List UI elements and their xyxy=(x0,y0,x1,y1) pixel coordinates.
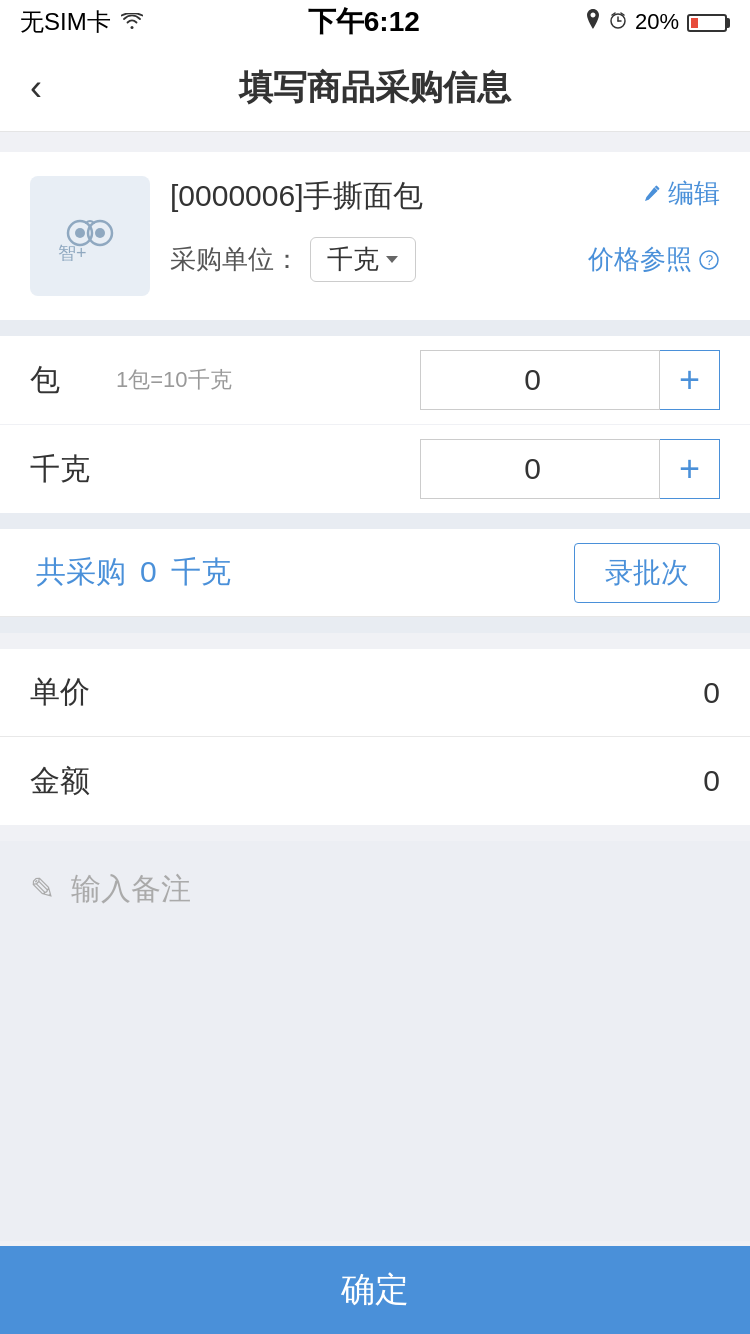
kg-quantity-input[interactable] xyxy=(420,439,660,499)
unit-label: 采购单位： xyxy=(170,242,300,277)
status-left: 无SIM卡 xyxy=(20,6,143,38)
battery-percent: 20% xyxy=(635,9,679,35)
page-header: ‹ 填写商品采购信息 xyxy=(0,44,750,132)
no-sim-text: 无SIM卡 xyxy=(20,6,111,38)
amount-label: 金额 xyxy=(30,761,90,802)
price-section: 单价 0 金额 0 xyxy=(0,649,750,825)
amount-row: 金额 0 xyxy=(0,737,750,825)
divider-1 xyxy=(0,320,750,336)
unit-price-label: 单价 xyxy=(30,672,90,713)
divider-2 xyxy=(0,513,750,529)
confirm-bar[interactable]: 确定 xyxy=(0,1246,750,1334)
confirm-button[interactable]: 确定 xyxy=(341,1267,409,1313)
product-name: [0000006]手撕面包 xyxy=(170,176,423,217)
total-row: 共采购0千克 录批次 xyxy=(0,529,750,617)
svg-text:?: ? xyxy=(706,252,714,268)
svg-text:智+: 智+ xyxy=(58,243,87,261)
svg-point-7 xyxy=(75,228,85,238)
batch-button[interactable]: 录批次 xyxy=(574,543,720,603)
unit-price-row: 单价 0 xyxy=(0,649,750,737)
kg-row: 千克 + xyxy=(0,425,750,513)
kg-plus-button[interactable]: + xyxy=(660,439,720,499)
status-time: 下午6:12 xyxy=(308,3,420,41)
bag-label: 包 xyxy=(30,360,110,401)
bag-row: 包 1包=10千克 + xyxy=(0,336,750,424)
page-title: 填写商品采购信息 xyxy=(239,65,511,111)
kg-input-section: 千克 + xyxy=(0,425,750,513)
kg-input-wrapper: + xyxy=(420,439,720,499)
bag-quantity-input[interactable] xyxy=(420,350,660,410)
wifi-icon xyxy=(121,9,143,35)
battery-icon xyxy=(687,9,730,35)
product-image: 智+ xyxy=(30,176,150,296)
remark-section[interactable]: ✎ 输入备注 xyxy=(0,841,750,1241)
status-bar: 无SIM卡 下午6:12 20% xyxy=(0,0,750,44)
total-text: 共采购0千克 xyxy=(30,552,237,593)
amount-value: 0 xyxy=(703,764,720,798)
total-amount: 0 xyxy=(140,555,157,588)
location-icon xyxy=(585,9,601,35)
bag-sub-label: 1包=10千克 xyxy=(116,365,232,395)
price-ref-button[interactable]: 价格参照 ? xyxy=(588,242,720,277)
status-right: 20% xyxy=(585,9,730,35)
product-info: [0000006]手撕面包 编辑 采购单位： 千克 价格参照 ? xyxy=(170,176,720,282)
edit-button[interactable]: 编辑 xyxy=(642,176,720,211)
bag-plus-button[interactable]: + xyxy=(660,350,720,410)
kg-label: 千克 xyxy=(30,449,110,490)
divider-3 xyxy=(0,617,750,633)
unit-section: 采购单位： 千克 xyxy=(170,237,416,282)
unit-price-value: 0 xyxy=(703,676,720,710)
product-card: 智+ [0000006]手撕面包 编辑 采购单位： 千克 价格参照 xyxy=(0,152,750,320)
svg-point-8 xyxy=(95,228,105,238)
unit-select[interactable]: 千克 xyxy=(310,237,416,282)
pencil-icon: ✎ xyxy=(30,871,55,906)
alarm-icon xyxy=(609,9,627,35)
back-button[interactable]: ‹ xyxy=(30,67,42,109)
bag-input-wrapper: + xyxy=(420,350,720,410)
remark-placeholder: 输入备注 xyxy=(71,869,191,910)
product-logo: 智+ xyxy=(50,201,130,272)
bag-input-section: 包 1包=10千克 + xyxy=(0,336,750,424)
